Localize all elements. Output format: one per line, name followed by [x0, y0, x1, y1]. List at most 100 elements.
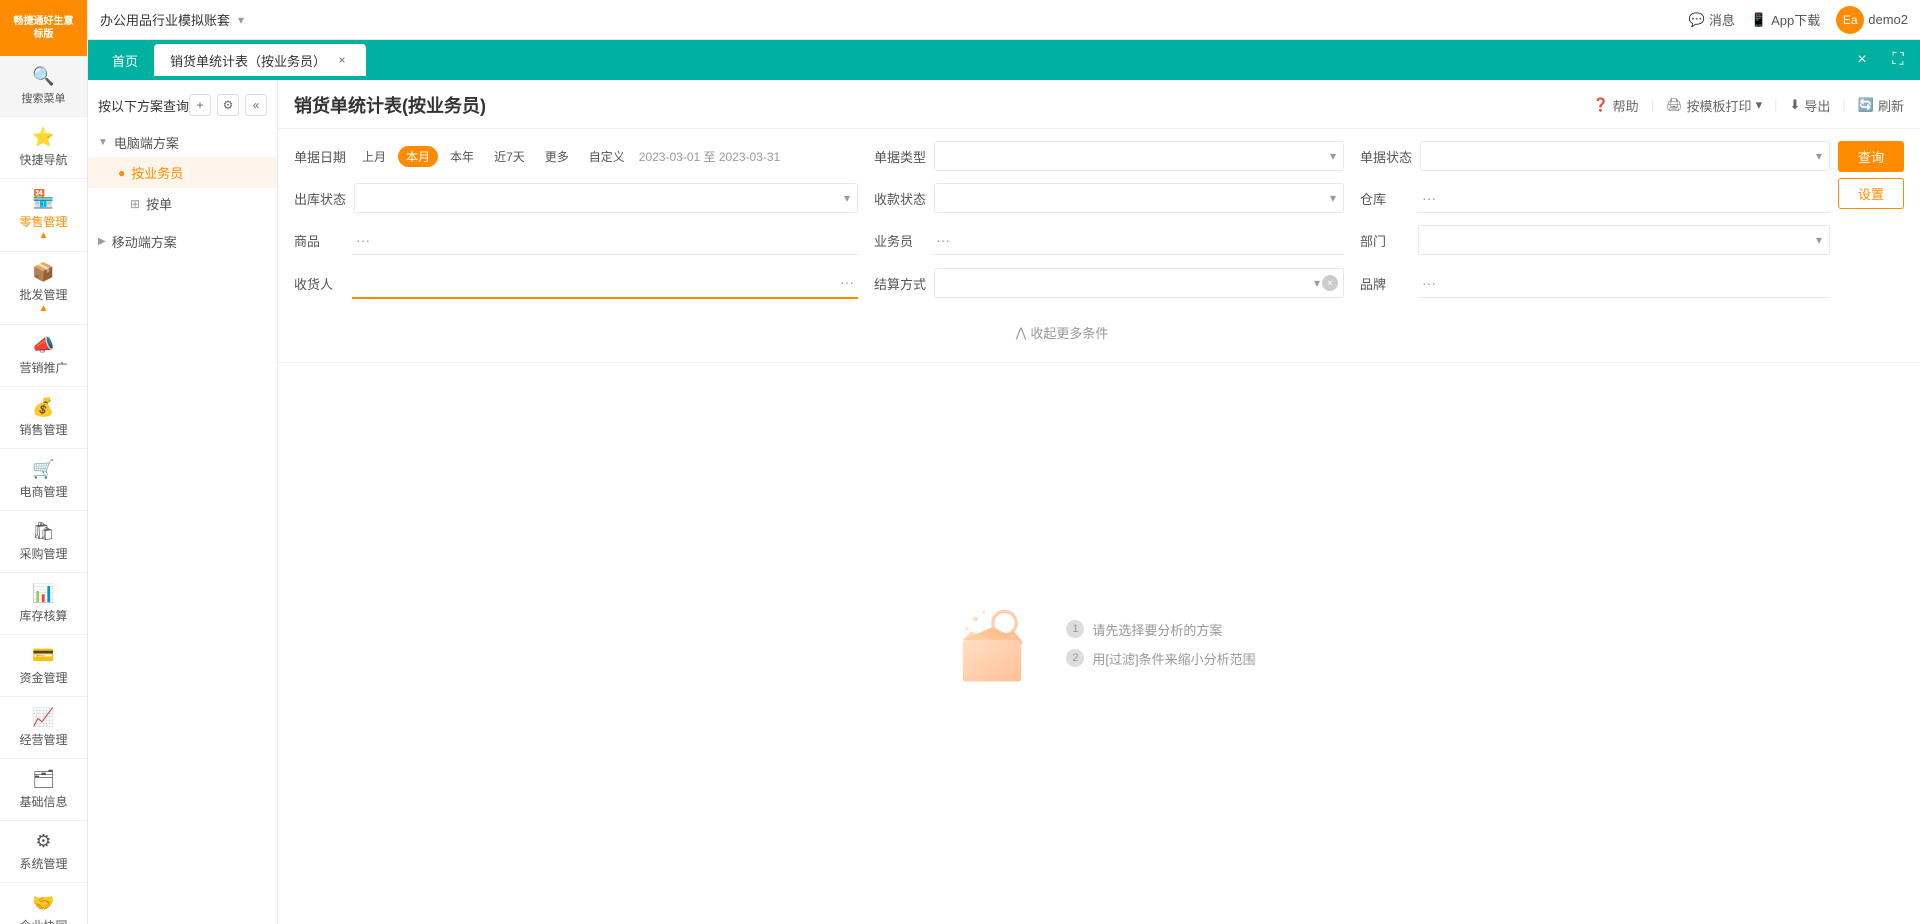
tab-restore-icon[interactable]: ⛶ — [1884, 46, 1912, 74]
mobile-section-title[interactable]: ▶ 移动端方案 — [88, 227, 277, 256]
settings-small-icon: ⚙ — [223, 98, 234, 112]
add-scheme-button[interactable]: + — [189, 94, 211, 116]
tab-sales-report[interactable]: 销货单统计表（按业务员） × — [154, 44, 366, 76]
collapse-panel-button[interactable]: « — [245, 94, 267, 116]
sidebar-item-sales[interactable]: 💰 销售管理 — [0, 387, 87, 449]
scheme-by-order[interactable]: ⊞ 按单 — [88, 188, 277, 219]
page-title-actions: ❓ 帮助 | 🖨 按模板打印 ▾ | ⬇ 导出 | — [1592, 96, 1904, 115]
page-content: 按以下方案查询 + ⚙ « ▼ 电脑端方案 — [88, 80, 1920, 924]
product-input[interactable]: ··· — [352, 225, 858, 255]
empty-content: 1 请先选择要分析的方案 2 用[过滤]条件来缩小分析范围 — [942, 594, 1255, 694]
filter-doc-type: 单据类型 — [874, 141, 1344, 171]
receiver-input[interactable] — [352, 267, 858, 297]
date-range-text: 2023-03-01 至 2023-03-31 — [639, 148, 780, 165]
left-panel-header: 按以下方案查询 + ⚙ « — [88, 90, 277, 124]
star-icon: ⭐ — [32, 127, 54, 148]
date-tab-7days[interactable]: 近7天 — [486, 146, 533, 167]
sidebar: 畅捷通好生意 标版 🔍 搜索菜单 ⭐ 快捷导航 🏪 零售管理 ▲ 📦 批发管理 … — [0, 0, 88, 924]
out-status-select[interactable] — [354, 183, 858, 213]
warehouse-input[interactable]: ··· — [1418, 183, 1830, 213]
empty-illustration — [942, 594, 1042, 694]
filter-grid: 单据日期 上月 本月 本年 近7天 更多 自定义 — [294, 141, 1830, 350]
date-tab-this-year[interactable]: 本年 — [442, 146, 482, 167]
tab-close-button[interactable]: × — [334, 52, 350, 68]
filter-doc-status: 单据状态 — [1360, 141, 1830, 171]
empty-tips: 1 请先选择要分析的方案 2 用[过滤]条件来缩小分析范围 — [1066, 620, 1255, 668]
empty-tip-2: 2 用[过滤]条件来缩小分析范围 — [1066, 649, 1255, 668]
sidebar-item-search[interactable]: 🔍 搜索菜单 — [0, 56, 87, 117]
avatar: Ea — [1836, 6, 1864, 34]
refresh-button[interactable]: 🔄 刷新 — [1858, 96, 1904, 115]
payment-label: 结算方式 — [874, 274, 926, 293]
breadcrumb: 办公用品行业模拟账套 — [100, 10, 230, 29]
salesperson-input[interactable]: ··· — [932, 225, 1344, 255]
message-icon: 💬 — [1689, 12, 1705, 28]
page-title-bar: 销货单统计表(按业务员) ❓ 帮助 | 🖨 按模板打印 ▾ | ⬇ — [278, 80, 1920, 129]
main-area: 办公用品行业模拟账套 ▾ 💬 消息 📱 App下载 Ea demo2 首页 — [88, 0, 1920, 924]
filter-dept: 部门 — [1360, 225, 1830, 255]
sidebar-item-quick-nav[interactable]: ⭐ 快捷导航 — [0, 117, 87, 179]
date-tab-this-month[interactable]: 本月 — [398, 146, 438, 167]
doc-status-select[interactable] — [1420, 141, 1830, 171]
receiver-label: 收货人 — [294, 274, 344, 293]
retail-icon: 🏪 — [32, 189, 54, 210]
settings-button[interactable]: 设置 — [1838, 178, 1904, 209]
sidebar-item-basicinfo[interactable]: 🗂 基础信息 — [0, 759, 87, 821]
dept-select[interactable] — [1418, 225, 1830, 255]
download-icon: 📱 — [1751, 12, 1767, 28]
date-tab-more[interactable]: 更多 — [537, 146, 577, 167]
dept-label: 部门 — [1360, 231, 1410, 250]
print-button[interactable]: 🖨 按模板打印 ▾ — [1666, 96, 1762, 115]
sidebar-item-system[interactable]: ⚙ 系统管理 — [0, 821, 87, 883]
desktop-section-title[interactable]: ▼ 电脑端方案 — [88, 128, 277, 157]
sidebar-item-retail[interactable]: 🏪 零售管理 ▲ — [0, 179, 87, 252]
doc-status-select-wrapper — [1420, 141, 1830, 171]
grid-icon: ⊞ — [130, 197, 140, 211]
filter-receiver: 收货人 — [294, 267, 858, 299]
date-filter: 上月 本月 本年 近7天 更多 自定义 2023-03-01 至 2023-03… — [354, 146, 858, 167]
brand-input[interactable]: ··· — [1418, 268, 1830, 298]
help-button[interactable]: ❓ 帮助 — [1592, 96, 1638, 115]
header-right: 💬 消息 📱 App下载 Ea demo2 — [1689, 6, 1908, 34]
messages-button[interactable]: 💬 消息 — [1689, 10, 1735, 29]
wholesale-icon: 📦 — [32, 262, 54, 283]
filter-row-4: 收货人 结算方式 — [294, 267, 1830, 299]
user-profile[interactable]: Ea demo2 — [1836, 6, 1908, 34]
export-button[interactable]: ⬇ 导出 — [1789, 96, 1830, 115]
collapse-button[interactable]: ⋀ 收起更多条件 — [1004, 319, 1121, 346]
tab-close-all-icon[interactable]: × — [1848, 46, 1876, 74]
warehouse-label: 仓库 — [1360, 189, 1410, 208]
sidebar-item-operations[interactable]: 📈 经营管理 — [0, 697, 87, 759]
sidebar-item-inventory[interactable]: 📊 库存核算 — [0, 573, 87, 635]
date-tab-last-month[interactable]: 上月 — [354, 146, 394, 167]
receipt-status-select-wrapper — [934, 183, 1344, 213]
payment-clear-button[interactable]: × — [1322, 275, 1338, 291]
query-button[interactable]: 查询 — [1838, 141, 1904, 172]
payment-select[interactable] — [934, 268, 1344, 298]
filter-actions: ⋀ 收起更多条件 — [294, 311, 1830, 350]
out-status-label: 出库状态 — [294, 189, 346, 208]
doc-status-label: 单据状态 — [1360, 147, 1412, 166]
export-icon: ⬇ — [1789, 97, 1800, 113]
sidebar-item-marketing[interactable]: 📣 营销推广 — [0, 325, 87, 387]
tab-home[interactable]: 首页 — [96, 44, 154, 76]
app-download-button[interactable]: 📱 App下载 — [1751, 10, 1820, 29]
sidebar-item-wholesale[interactable]: 📦 批发管理 ▲ — [0, 252, 87, 325]
receipt-status-select[interactable] — [934, 183, 1344, 213]
sidebar-item-purchase[interactable]: 🛍 采购管理 — [0, 511, 87, 573]
logo-text: 畅捷通好生意 标版 — [14, 15, 74, 41]
app-logo[interactable]: 畅捷通好生意 标版 — [0, 0, 88, 56]
date-tab-custom[interactable]: 自定义 — [581, 146, 633, 167]
scheme-settings-button[interactable]: ⚙ — [217, 94, 239, 116]
sales-icon: 💰 — [32, 397, 54, 418]
marketing-icon: 📣 — [32, 335, 54, 356]
breadcrumb-dropdown-icon[interactable]: ▾ — [238, 13, 244, 27]
filter-row-2: 出库状态 收款状态 — [294, 183, 1830, 213]
basicinfo-icon: 🗂 — [32, 769, 55, 790]
sidebar-item-ecommerce[interactable]: 🛒 电商管理 — [0, 449, 87, 511]
sidebar-item-finance[interactable]: 💳 资金管理 — [0, 635, 87, 697]
scheme-salesperson[interactable]: ● 按业务员 — [88, 157, 277, 188]
sidebar-item-enterprise[interactable]: 🤝 企业协同 — [0, 883, 87, 924]
doc-type-select[interactable] — [934, 141, 1344, 171]
date-tabs: 上月 本月 本年 近7天 更多 自定义 — [354, 146, 633, 167]
